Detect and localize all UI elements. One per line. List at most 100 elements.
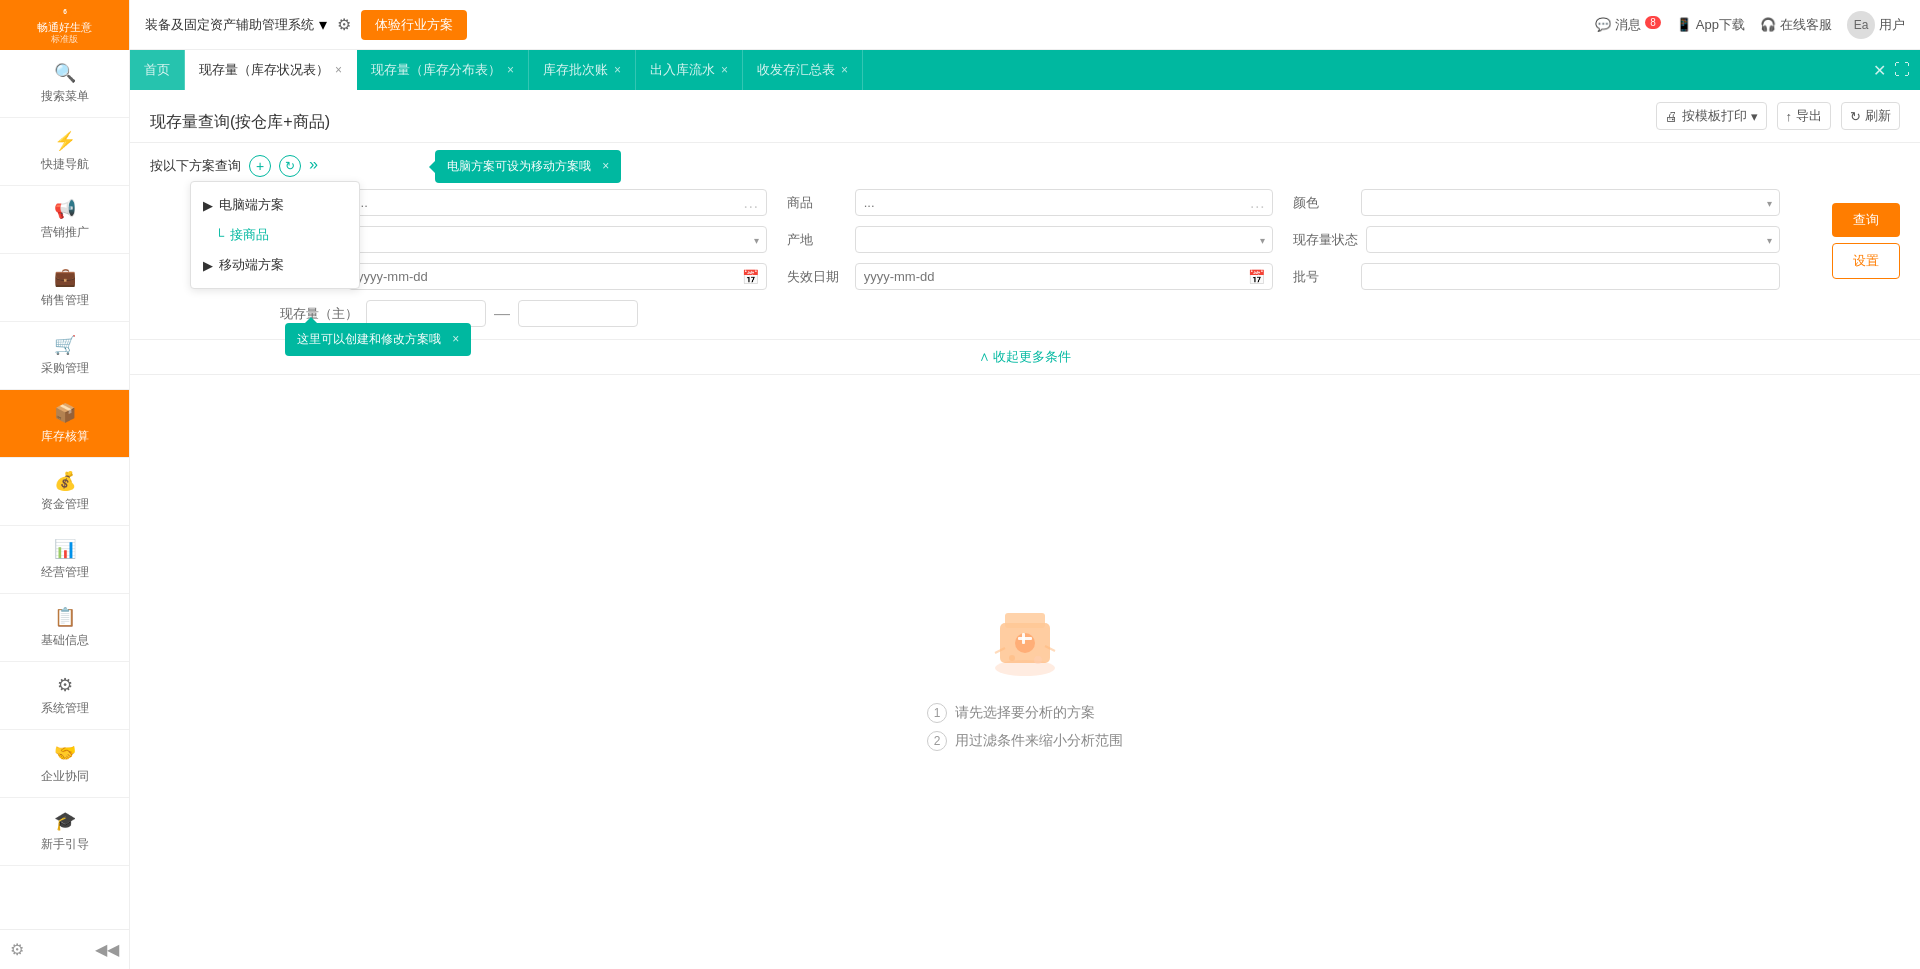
message-icon: 💬 [1595, 17, 1611, 32]
color-label: 颜色 [1293, 194, 1353, 212]
expire-date-input[interactable] [855, 263, 1274, 290]
reset-button[interactable]: 设置 [1832, 243, 1900, 279]
marketing-icon: 📢 [54, 198, 76, 220]
warehouse-dots[interactable]: … [743, 194, 759, 212]
origin-label: 产地 [787, 231, 847, 249]
sidebar-item-cooperation[interactable]: 🤝 企业协同 [0, 730, 129, 798]
app-download-item[interactable]: 📱 App下载 [1676, 16, 1745, 34]
plan-tree-goods[interactable]: └ 接商品 [191, 220, 359, 250]
finance-icon: 💰 [54, 470, 76, 492]
step-2-num: 2 [927, 731, 947, 751]
tab-stock-status[interactable]: 现存量（库存状况表） × [185, 50, 357, 90]
color-select[interactable] [1361, 189, 1780, 216]
topbar: 装备及固定资产辅助管理系统 ▾ ⚙ 体验行业方案 💬 消息 8 📱 App下载 … [130, 0, 1920, 50]
tab-actions: ✕ ⛶ [1863, 50, 1920, 90]
settings-bottom-icon[interactable]: ⚙ [10, 940, 24, 959]
notification-item[interactable]: 💬 消息 8 [1595, 16, 1661, 34]
warehouse-input[interactable] [348, 189, 767, 216]
page-title: 现存量查询(按仓库+商品) [150, 112, 330, 133]
sidebar-item-nav[interactable]: ⚡ 快捷导航 [0, 118, 129, 186]
tab-close-batch[interactable]: × [614, 63, 621, 77]
filter-row-expire-date: 失效日期 📅 [787, 263, 1274, 290]
collapse-icon[interactable]: ◀◀ [95, 940, 119, 959]
svg-text:6: 6 [63, 8, 67, 15]
plan-tree: ▶ 电脑端方案 └ 接商品 ▶ 移动端方案 [190, 181, 360, 289]
svg-rect-4 [1005, 613, 1045, 628]
close-all-tabs-icon[interactable]: ✕ [1873, 61, 1886, 80]
content-area: 现存量查询(按仓库+商品) 🖨 按模板打印 ▾ ↑ 导出 ↻ 刷新 [130, 90, 1920, 969]
tab-close-stock-status[interactable]: × [335, 63, 342, 77]
operations-icon: 📊 [54, 538, 76, 560]
plan-tree-mobile[interactable]: ▶ 移动端方案 [191, 250, 359, 280]
tooltip-plan-edit: 这里可以创建和修改方案哦 × [285, 323, 471, 356]
tooltip1-close[interactable]: × [602, 159, 609, 173]
stock-main-to-input[interactable] [518, 300, 638, 327]
expire-date-calendar-icon[interactable]: 📅 [1248, 269, 1265, 285]
logo-text: 畅通好生意 标准版 [37, 21, 92, 45]
sidebar-item-marketing[interactable]: 📢 营销推广 [0, 186, 129, 254]
sidebar-item-newbie[interactable]: 🎓 新手引导 [0, 798, 129, 866]
sidebar-item-finance[interactable]: 💰 资金管理 [0, 458, 129, 526]
tab-close-summary[interactable]: × [841, 63, 848, 77]
tab-flow[interactable]: 出入库流水 × [636, 50, 743, 90]
tab-close-flow[interactable]: × [721, 63, 728, 77]
goods-label: 商品 [787, 194, 847, 212]
size-select[interactable] [348, 226, 767, 253]
settings-icon[interactable]: ⚙ [337, 15, 351, 34]
sidebar-item-basic[interactable]: 📋 基础信息 [0, 594, 129, 662]
sidebar-bottom: ⚙ ◀◀ [0, 929, 129, 969]
avatar: Ea [1847, 11, 1875, 39]
sidebar-item-purchase[interactable]: 🛒 采购管理 [0, 322, 129, 390]
filter-row-origin: 产地 ▾ [787, 226, 1274, 253]
tooltip-desktop-plan: 电脑方案可设为移动方案哦 × [435, 150, 621, 183]
sidebar-item-system[interactable]: ⚙ 系统管理 [0, 662, 129, 730]
refresh-button[interactable]: ↻ 刷新 [1841, 102, 1900, 130]
cooperation-icon: 🤝 [54, 742, 76, 764]
produce-date-calendar-icon[interactable]: 📅 [742, 269, 759, 285]
sidebar-item-inventory[interactable]: 📦 库存核算 [0, 390, 129, 458]
tab-summary[interactable]: 收发存汇总表 × [743, 50, 863, 90]
plan-tree-desktop[interactable]: ▶ 电脑端方案 [191, 190, 359, 220]
system-icon: ⚙ [57, 674, 73, 696]
filter-add-button[interactable]: + [249, 155, 271, 177]
topbar-left: 装备及固定资产辅助管理系统 ▾ ⚙ 体验行业方案 [145, 10, 467, 40]
empty-step-2: 2 用过滤条件来缩小分析范围 [927, 731, 1123, 751]
tooltip2-close[interactable]: × [452, 332, 459, 346]
stock-state-select[interactable] [1366, 226, 1780, 253]
origin-select[interactable] [855, 226, 1274, 253]
filter-arrow-button[interactable]: « [309, 157, 318, 175]
main-area: 装备及固定资产辅助管理系统 ▾ ⚙ 体验行业方案 💬 消息 8 📱 App下载 … [130, 0, 1920, 969]
print-button[interactable]: 🖨 按模板打印 ▾ [1656, 102, 1767, 130]
empty-state: 1 请先选择要分析的方案 2 用过滤条件来缩小分析范围 [130, 375, 1920, 969]
tab-stock-dist[interactable]: 现存量（库存分布表） × [357, 50, 529, 90]
system-selector[interactable]: 装备及固定资产辅助管理系统 ▾ [145, 15, 327, 34]
printer-icon: 🖨 [1665, 109, 1678, 124]
purchase-icon: 🛒 [54, 334, 76, 356]
batch-input[interactable] [1361, 263, 1780, 290]
sidebar-item-operations[interactable]: 📊 经营管理 [0, 526, 129, 594]
goods-input[interactable] [855, 189, 1274, 216]
page-actions: 🖨 按模板打印 ▾ ↑ 导出 ↻ 刷新 [1656, 102, 1901, 142]
filter-header: 按以下方案查询 + ↻ « 电脑方案可设为移动方案哦 × [150, 155, 1900, 177]
produce-date-input[interactable] [348, 263, 767, 290]
sales-icon: 💼 [54, 266, 76, 288]
sidebar-item-sales[interactable]: 💼 销售管理 [0, 254, 129, 322]
inventory-icon: 📦 [54, 402, 76, 424]
tab-close-stock-dist[interactable]: × [507, 63, 514, 77]
sidebar-item-search[interactable]: 🔍 搜索菜单 [0, 50, 129, 118]
online-support-item[interactable]: 🎧 在线客服 [1760, 16, 1832, 34]
topbar-right: 💬 消息 8 📱 App下载 🎧 在线客服 Ea 用户 [1595, 11, 1905, 39]
goods-dots[interactable]: … [1249, 194, 1265, 212]
experience-button[interactable]: 体验行业方案 [361, 10, 467, 40]
user-item[interactable]: Ea 用户 [1847, 11, 1905, 39]
expand-icon[interactable]: ⛶ [1894, 61, 1910, 79]
export-button[interactable]: ↑ 导出 [1777, 102, 1832, 130]
filter-refresh-button[interactable]: ↻ [279, 155, 301, 177]
search-button[interactable]: 查询 [1832, 203, 1900, 237]
export-icon: ↑ [1786, 109, 1793, 124]
filter-row-stock-state: 现存量状态 ▾ [1293, 226, 1780, 253]
page-header: 现存量查询(按仓库+商品) 🖨 按模板打印 ▾ ↑ 导出 ↻ 刷新 [130, 90, 1920, 143]
tab-home[interactable]: 首页 [130, 50, 185, 90]
filter-label: 按以下方案查询 [150, 157, 241, 175]
tab-batch[interactable]: 库存批次账 × [529, 50, 636, 90]
